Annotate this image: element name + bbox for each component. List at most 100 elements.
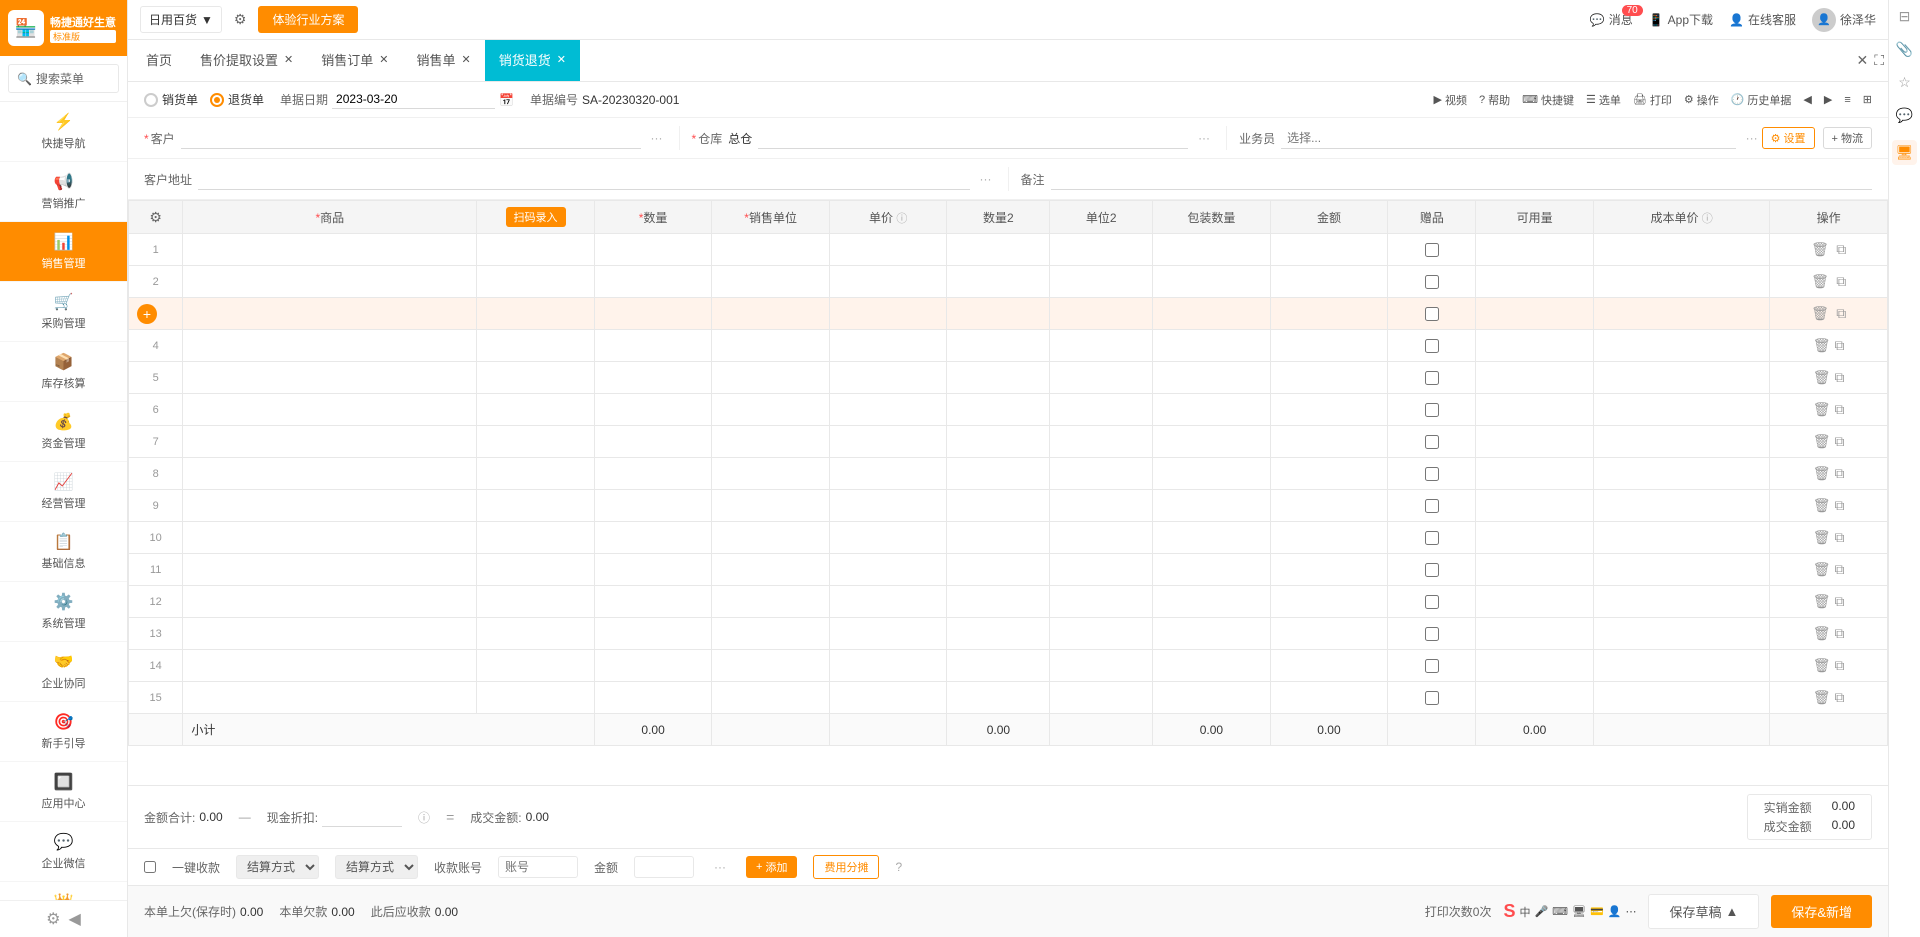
right-panel-btn-2[interactable]: 📎 [1896,41,1913,58]
tab-close-all-button[interactable]: ✕ [1856,52,1868,69]
row-3-unit2[interactable] [1050,298,1153,330]
customer-dots-button[interactable]: ··· [647,131,667,145]
sidebar-item-member[interactable]: 👑 畅会员 [0,882,127,900]
header-gear-button[interactable]: ⚙ [230,7,251,32]
card-btn[interactable]: 💳 [1590,905,1604,918]
message-button[interactable]: 💬 消息 70 [1590,11,1633,28]
screen-btn[interactable]: 🖥 [1572,905,1586,918]
sidebar-item-wechat[interactable]: 💬 企业微信 [0,822,127,882]
operate-button[interactable]: ⚙ 操作 [1684,92,1719,108]
warehouse-input[interactable] [758,128,1188,149]
prev-record-button[interactable]: ◀ [1803,93,1811,106]
tab-close-sales-order[interactable]: ✕ [379,53,388,66]
save-new-button[interactable]: 保存&新增 [1771,895,1872,928]
row-15-gift-checkbox[interactable] [1425,691,1439,705]
app-logo[interactable]: 🏪 畅捷通好生意 标准版 [0,0,127,56]
sidebar-item-operations[interactable]: 📈 经营管理 [0,462,127,522]
row-2-delete-button[interactable]: 🗑 [1809,271,1831,292]
calendar-icon[interactable]: 📅 [499,93,514,107]
row-9-copy-button[interactable]: ⧉ [1833,495,1847,516]
help-button[interactable]: ? 帮助 [1479,92,1510,108]
row-2-unit2[interactable] [1050,266,1153,298]
row-13-gift-checkbox[interactable] [1425,627,1439,641]
row-1-copy-button[interactable]: ⧉ [1834,239,1848,260]
row-5-delete-button[interactable]: 🗑 [1811,367,1833,388]
radio-sales-bill[interactable]: 销货单 [144,91,198,108]
row-14-delete-button[interactable]: 🗑 [1811,655,1833,676]
amount-input[interactable] [634,856,694,878]
chinese-btn[interactable]: 中 [1519,904,1530,920]
tab-close-sales-bill[interactable]: ✕ [462,53,471,66]
help-circle-icon[interactable]: ? [895,860,902,874]
row-2-gift[interactable] [1388,266,1476,298]
user-profile-button[interactable]: 👤 徐泽华 [1812,8,1876,32]
add-button[interactable]: + 添加 [746,856,797,878]
mic-btn[interactable]: 🎤 [1534,905,1548,918]
row-3-gift-checkbox[interactable] [1425,307,1439,321]
row-8-gift-checkbox[interactable] [1425,467,1439,481]
customer-input[interactable] [181,128,641,149]
row-3-unit-price[interactable] [829,298,947,330]
row-3-copy-button[interactable]: ⧉ [1834,303,1848,324]
row-2-copy-button[interactable]: ⧉ [1834,271,1848,292]
row-1-delete-button[interactable]: 🗑 [1809,239,1831,260]
row-1-quantity[interactable] [594,234,712,266]
person-btn[interactable]: 👤 [1608,905,1622,918]
list-view-button[interactable]: ≡ [1844,94,1850,106]
warehouse-dots-button[interactable]: ··· [1194,131,1214,145]
tab-home[interactable]: 首页 [132,40,186,81]
calc-select[interactable]: 结算方式 [335,855,418,879]
row-3-gift[interactable] [1388,298,1476,330]
discount-input[interactable] [322,808,402,827]
scan-input-button[interactable]: 扫码录入 [506,207,566,227]
row-1-cost-price[interactable] [1593,234,1769,266]
select-button[interactable]: ☰ 选单 [1586,92,1621,108]
row-15-delete-button[interactable]: 🗑 [1811,687,1833,708]
row-4-copy-button[interactable]: ⧉ [1833,335,1847,356]
row-2-cost-price[interactable] [1593,266,1769,298]
row-2-quantity[interactable] [594,266,712,298]
row-10-gift-checkbox[interactable] [1425,531,1439,545]
video-button[interactable]: ▶ 视频 [1434,92,1467,108]
tab-sales-bill[interactable]: 销售单 ✕ [402,40,484,81]
logistics-button[interactable]: + 物流 [1823,127,1872,149]
table-config-button[interactable]: ⚙ [149,209,162,226]
account-dots-button[interactable]: ··· [710,860,730,874]
next-record-button[interactable]: ▶ [1824,93,1832,106]
row-1-quantity2[interactable] [947,234,1050,266]
row-3-available[interactable] [1476,298,1594,330]
address-dots-button[interactable]: ··· [976,172,996,186]
more-btn[interactable]: ⋯ [1625,905,1636,918]
row-6-gift-checkbox[interactable] [1425,403,1439,417]
history-button[interactable]: 🕐 历史单据 [1731,92,1792,108]
row-4-delete-button[interactable]: 🗑 [1811,335,1833,356]
row-8-delete-button[interactable]: 🗑 [1811,463,1833,484]
experience-button[interactable]: 体验行业方案 [258,6,358,33]
row-10-delete-button[interactable]: 🗑 [1811,527,1833,548]
fee-split-button[interactable]: 费用分摊 [813,855,879,879]
sidebar-item-inventory[interactable]: 📦 库存核算 [0,342,127,402]
grid-view-button[interactable]: ⊞ [1863,93,1872,106]
sidebar-item-app-center[interactable]: 🔲 应用中心 [0,762,127,822]
doc-date-input[interactable] [332,90,495,109]
row-13-delete-button[interactable]: 🗑 [1811,623,1833,644]
settings-button[interactable]: ⚙ 设置 [1762,127,1815,149]
row-2-sales-unit[interactable] [712,266,830,298]
row-14-gift-checkbox[interactable] [1425,659,1439,673]
tab-sales-return[interactable]: 销货退货 ✕ [485,40,580,81]
row-1-unit-price[interactable] [829,234,947,266]
add-row-button[interactable]: + [137,304,157,324]
sidebar-item-basic-info[interactable]: 📋 基础信息 [0,522,127,582]
tab-expand-button[interactable]: ⛶ [1874,52,1884,69]
row-12-gift-checkbox[interactable] [1425,595,1439,609]
row-2-unit-price[interactable] [829,266,947,298]
address-input[interactable] [198,169,969,190]
info-icon[interactable]: ⓘ [418,809,430,826]
sidebar-item-guide[interactable]: 🎯 新手引导 [0,702,127,762]
note-input[interactable] [1051,169,1872,190]
sidebar-item-collaboration[interactable]: 🤝 企业协同 [0,642,127,702]
tab-sales-order[interactable]: 销售订单 ✕ [307,40,402,81]
row-11-delete-button[interactable]: 🗑 [1811,559,1833,580]
one-click-payment-checkbox[interactable] [144,861,156,873]
sidebar-item-sales[interactable]: 📊 销售管理 [0,222,127,282]
